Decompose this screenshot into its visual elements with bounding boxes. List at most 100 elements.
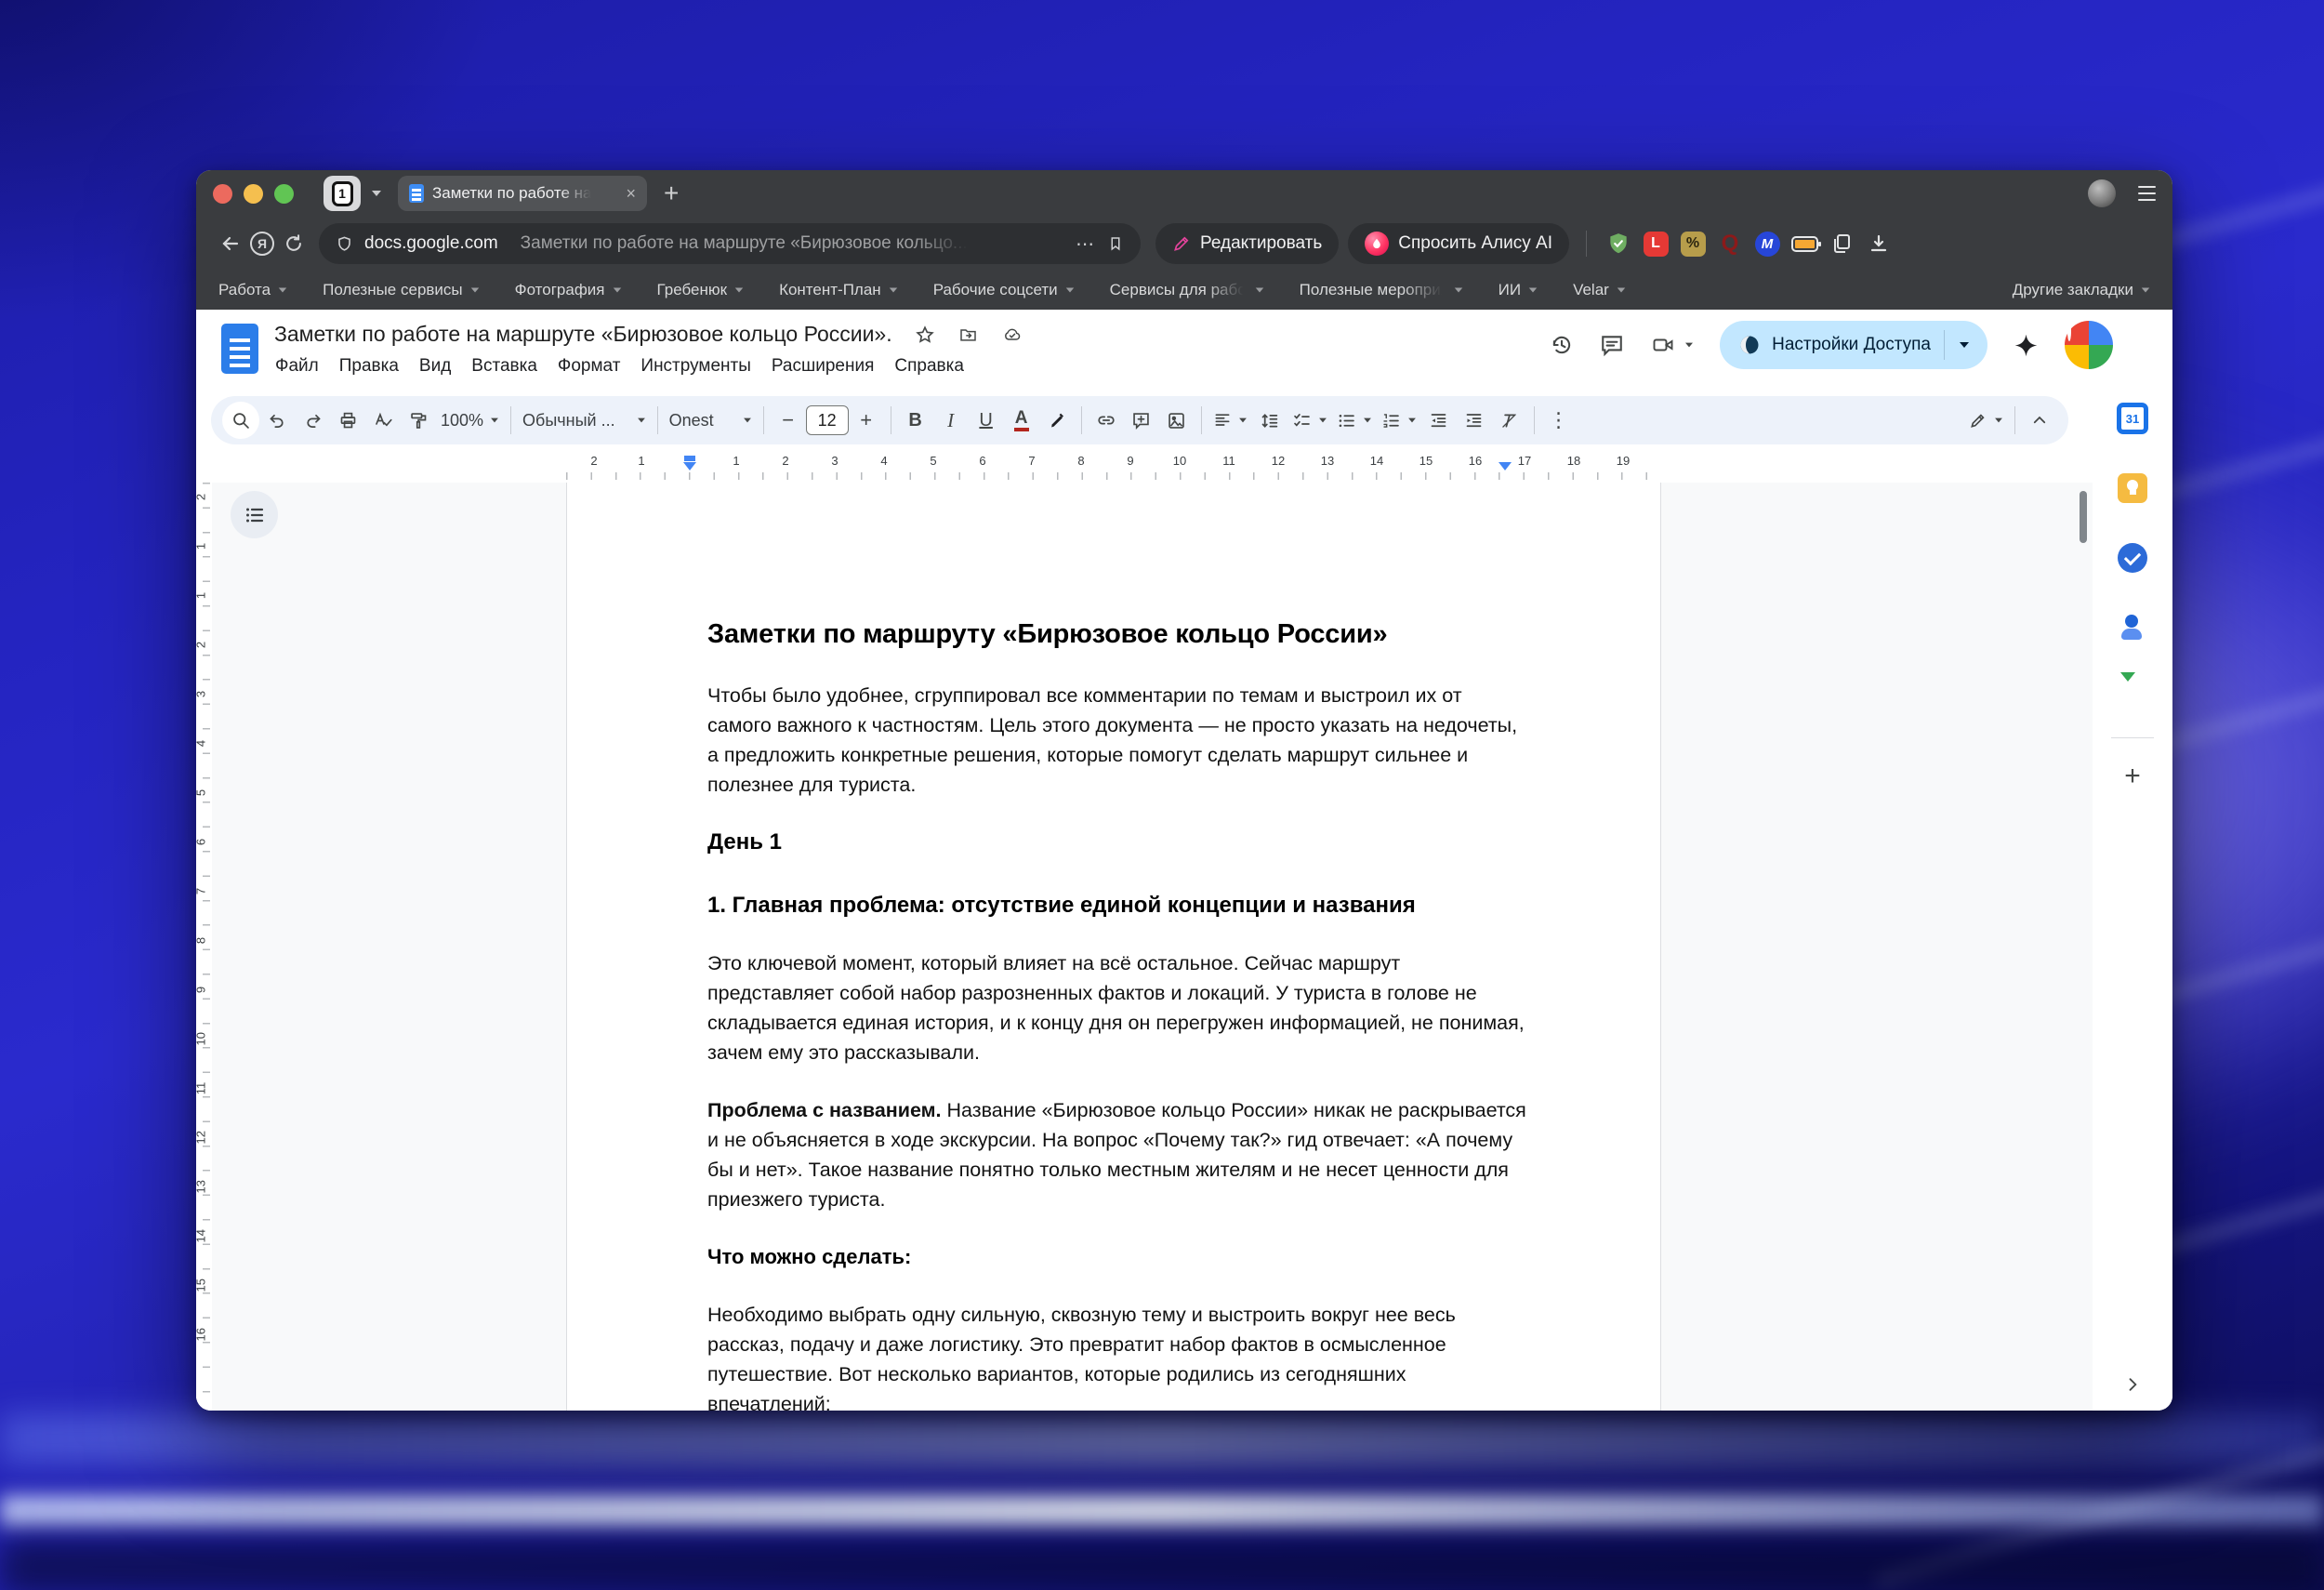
yandex-profile-icon[interactable]: Я — [246, 228, 278, 259]
bookmark-icon[interactable] — [1107, 234, 1124, 253]
insert-link-button[interactable] — [1089, 402, 1124, 439]
url-more-icon[interactable]: ⋯ — [1076, 232, 1096, 256]
minimize-window-button[interactable] — [244, 183, 263, 204]
video-call-button[interactable] — [1650, 334, 1694, 356]
chevron-down-icon[interactable] — [372, 191, 381, 196]
close-tab-icon[interactable]: × — [626, 185, 636, 202]
numbered-list-button[interactable] — [1377, 402, 1421, 439]
chevron-down-icon[interactable] — [1685, 342, 1694, 348]
new-tab-button[interactable]: + — [664, 179, 679, 208]
paint-format-button[interactable] — [401, 402, 436, 439]
bookmark-item-kontent-plan[interactable]: Контент-План — [779, 281, 898, 299]
close-window-button[interactable] — [213, 183, 232, 204]
contacts-icon[interactable] — [2116, 611, 2149, 644]
zoom-select[interactable]: 100% — [436, 402, 504, 439]
menu-view[interactable]: Вид — [411, 353, 459, 379]
ask-alice-button[interactable]: Спросить Алису AI — [1348, 223, 1569, 264]
download-icon[interactable] — [1860, 225, 1897, 262]
right-indent-marker[interactable] — [1499, 462, 1512, 470]
spellcheck-button[interactable] — [365, 402, 401, 439]
underline-button[interactable]: U — [969, 402, 1004, 439]
italic-button[interactable]: I — [933, 402, 969, 439]
insert-image-button[interactable] — [1159, 402, 1195, 439]
document-outline-button[interactable] — [231, 491, 278, 538]
cloud-status-icon[interactable] — [1001, 325, 1023, 344]
move-folder-icon[interactable] — [957, 325, 979, 344]
font-size-input[interactable]: 12 — [805, 405, 849, 435]
tasks-icon[interactable] — [2116, 541, 2149, 575]
gemini-star-icon[interactable] — [2014, 333, 2039, 358]
bookmark-item-poleznye-meropriyatiya[interactable]: Полезные мероприя — [1300, 281, 1463, 299]
bold-button[interactable]: B — [898, 402, 933, 439]
align-button[interactable] — [1208, 402, 1252, 439]
add-comment-button[interactable] — [1124, 402, 1159, 439]
menu-extensions[interactable]: Расширения — [763, 353, 883, 379]
bookmark-item-grebenyuk[interactable]: Гребенюк — [657, 281, 745, 299]
share-dropdown[interactable] — [1945, 342, 1984, 348]
menu-file[interactable]: Файл — [267, 353, 327, 379]
increase-font-size-button[interactable]: + — [849, 402, 884, 439]
bulleted-list-button[interactable] — [1332, 402, 1377, 439]
left-indent-marker[interactable] — [683, 456, 696, 470]
comments-icon[interactable] — [1600, 333, 1624, 357]
protect-extension-icon[interactable] — [1600, 225, 1637, 262]
horizontal-ruler[interactable]: 2 1 1 2 3 4 5 6 7 8 9 10 11 12 13 14 15 16 17 18 19 — [196, 448, 2093, 483]
document-page[interactable]: Заметки по маршруту «Бирюзовое кольцо Ро… — [566, 483, 1661, 1411]
bookmark-item-poleznye-servisy[interactable]: Полезные сервисы — [323, 281, 480, 299]
browser-menu-icon[interactable] — [2138, 186, 2156, 201]
tab-counter-button[interactable]: 1 — [324, 176, 361, 211]
editing-mode-button[interactable] — [1964, 402, 2008, 439]
battery-extension-icon[interactable] — [1786, 225, 1823, 262]
other-bookmarks-button[interactable]: Другие закладки — [2013, 281, 2150, 299]
shield-icon[interactable] — [336, 234, 353, 254]
account-avatar[interactable] — [2065, 321, 2113, 369]
bookmark-item-velar[interactable]: Velar — [1573, 281, 1626, 299]
side-panel-collapse-chevron[interactable] — [2123, 1375, 2142, 1394]
bookmark-item-ii[interactable]: ИИ — [1499, 281, 1538, 299]
decrease-indent-button[interactable] — [1421, 402, 1457, 439]
address-bar[interactable]: docs.google.com Заметки по работе на мар… — [319, 223, 1141, 264]
menu-tools[interactable]: Инструменты — [632, 353, 759, 379]
browser-profile-avatar[interactable] — [2088, 179, 2116, 207]
highlight-color-button[interactable] — [1039, 402, 1075, 439]
add-addon-button[interactable]: + — [2124, 761, 2141, 792]
bookmark-item-fotografiya[interactable]: Фотография — [515, 281, 622, 299]
edit-mode-button[interactable]: Редактировать — [1155, 223, 1340, 264]
print-button[interactable] — [330, 402, 365, 439]
redo-button[interactable] — [295, 402, 330, 439]
m-extension-icon[interactable]: M — [1749, 225, 1786, 262]
checklist-button[interactable] — [1287, 402, 1332, 439]
refresh-button[interactable] — [278, 228, 310, 259]
vertical-scrollbar-thumb[interactable] — [2080, 491, 2087, 543]
share-button[interactable]: Настройки Доступа — [1720, 321, 1987, 369]
paragraph-style-select[interactable]: Обычный ... — [518, 402, 651, 439]
fullscreen-window-button[interactable] — [274, 183, 294, 204]
bookmark-item-rabochie-socseti[interactable]: Рабочие соцсети — [933, 281, 1075, 299]
document-title[interactable]: Заметки по работе на маршруте «Бирюзовое… — [274, 322, 892, 347]
line-spacing-button[interactable] — [1252, 402, 1287, 439]
menu-format[interactable]: Формат — [549, 353, 629, 379]
calendar-icon[interactable]: 31 — [2116, 402, 2149, 435]
maps-icon[interactable] — [2116, 672, 2149, 714]
q-extension-icon[interactable]: Q — [1711, 225, 1749, 262]
undo-button[interactable] — [259, 402, 295, 439]
collapse-toolbar-button[interactable] — [2022, 402, 2057, 439]
vertical-ruler[interactable]: 2112345678910111213141516 — [196, 483, 212, 1411]
google-docs-logo[interactable] — [221, 324, 258, 374]
version-history-icon[interactable] — [1550, 333, 1574, 357]
text-color-button[interactable]: A — [1004, 402, 1039, 439]
star-icon[interactable] — [915, 325, 935, 345]
increase-indent-button[interactable] — [1457, 402, 1492, 439]
decrease-font-size-button[interactable]: − — [771, 402, 806, 439]
active-tab[interactable]: Заметки по работе на × — [398, 176, 647, 211]
document-content[interactable]: Заметки по маршруту «Бирюзовое кольцо Ро… — [567, 483, 1660, 1411]
keep-icon[interactable] — [2116, 471, 2149, 505]
more-options-button[interactable]: ⋮ — [1541, 402, 1577, 439]
menu-help[interactable]: Справка — [886, 353, 972, 379]
search-menus-button[interactable] — [222, 402, 259, 439]
menu-edit[interactable]: Правка — [331, 353, 407, 379]
menu-insert[interactable]: Вставка — [463, 353, 546, 379]
pages-copy-icon[interactable] — [1823, 225, 1860, 262]
back-button[interactable] — [215, 228, 246, 259]
document-viewport[interactable]: Заметки по маршруту «Бирюзовое кольцо Ро… — [196, 483, 2093, 1411]
